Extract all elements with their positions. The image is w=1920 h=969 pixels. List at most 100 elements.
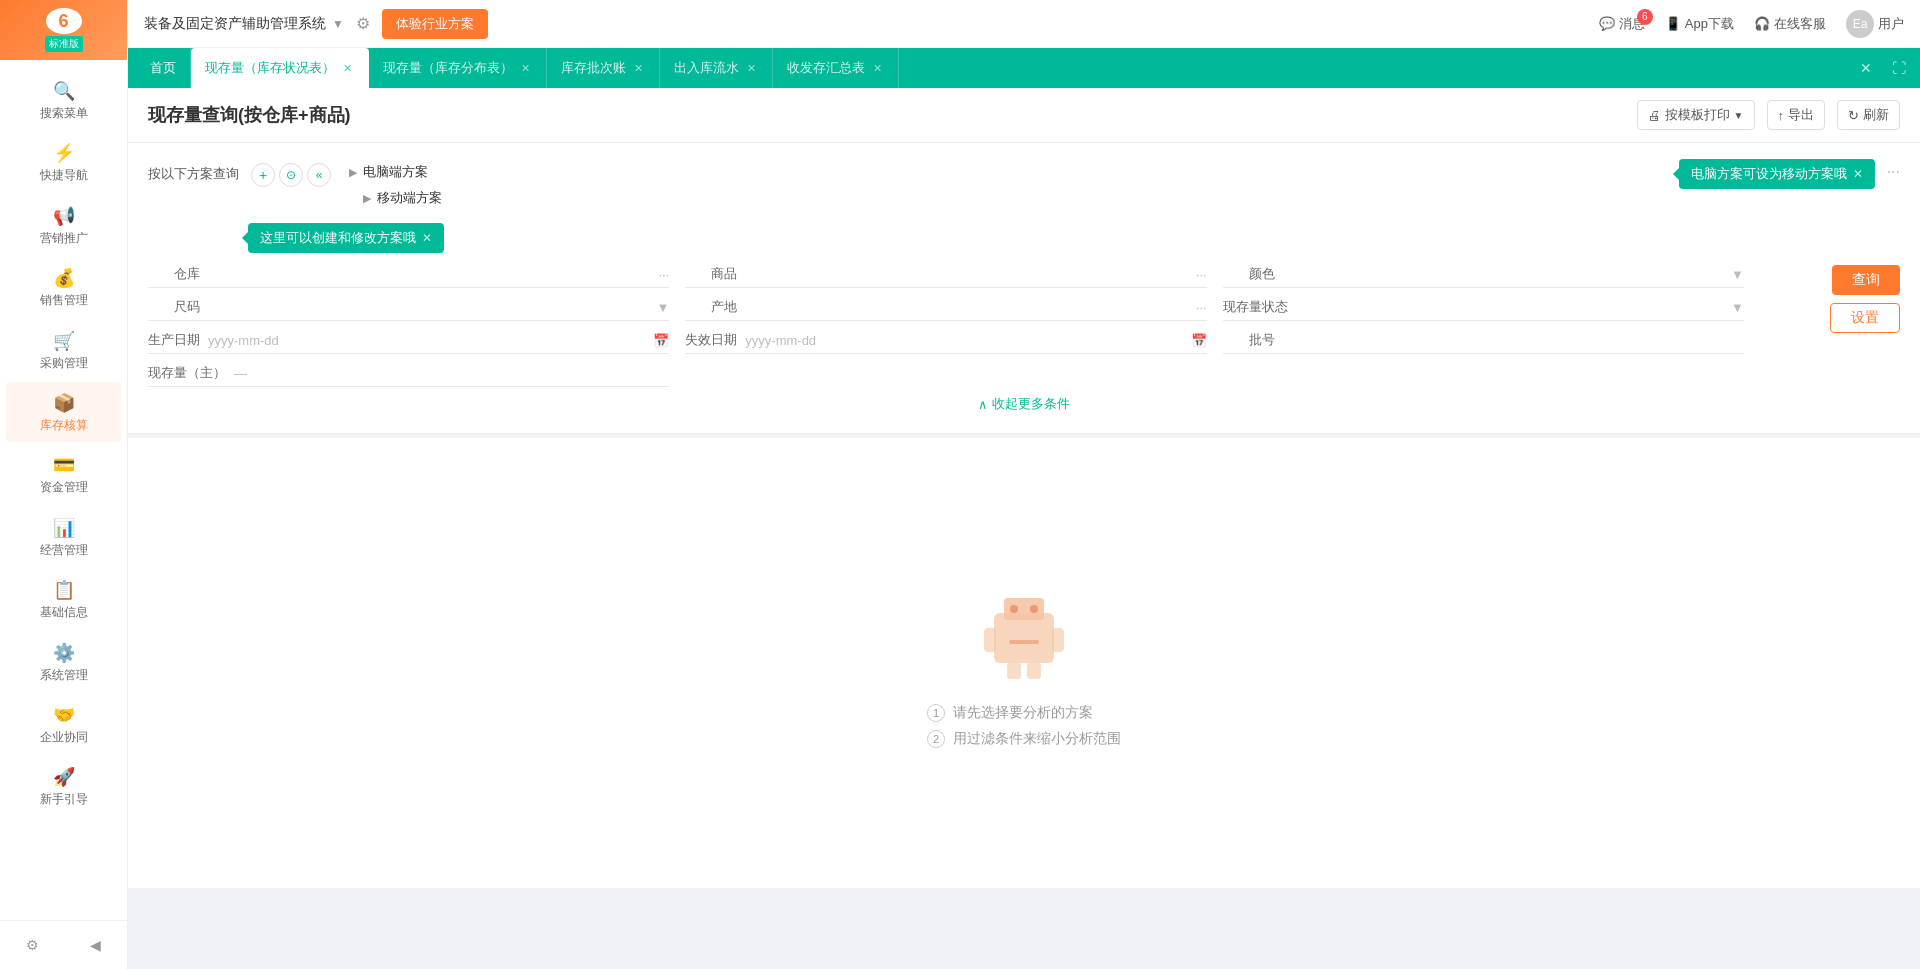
- goods-input[interactable]: [745, 267, 1191, 282]
- set-btn[interactable]: 设置: [1830, 303, 1900, 333]
- sidebar-item-inventory[interactable]: 📦 库存核算: [6, 382, 121, 442]
- inventory-icon: 📦: [53, 392, 75, 414]
- sidebar-item-marketing[interactable]: 📢 营销推广: [6, 195, 121, 255]
- warehouse-input[interactable]: [208, 267, 654, 282]
- sidebar-item-search[interactable]: 🔍 搜索菜单: [6, 70, 121, 130]
- export-label: 导出: [1788, 106, 1814, 124]
- size-input[interactable]: [208, 300, 652, 315]
- add-scheme-btn[interactable]: +: [251, 163, 275, 187]
- exp-date-calendar-icon[interactable]: 📅: [1191, 333, 1207, 348]
- print-chevron-icon: ▼: [1734, 110, 1744, 121]
- color-field: 颜色 ▼: [1223, 265, 1744, 288]
- pc-scheme-item[interactable]: ▶ 电脑端方案: [343, 159, 1659, 185]
- sidebar-item-purchase[interactable]: 🛒 采购管理: [6, 320, 121, 380]
- svg-rect-8: [1027, 663, 1041, 679]
- tooltip1-popup: 电脑方案可设为移动方案哦 ✕: [1679, 159, 1875, 189]
- template-print-btn[interactable]: 🖨 按模板打印 ▼: [1637, 100, 1755, 130]
- tab-close-inventory-dist[interactable]: ✕: [519, 61, 532, 76]
- app-download-btn[interactable]: 📱 App下载: [1665, 15, 1734, 33]
- color-input[interactable]: [1283, 267, 1727, 282]
- svg-rect-7: [1007, 663, 1021, 679]
- sidebar: 6 标准版 🔍 搜索菜单 ⚡ 快捷导航 📢 营销推广 💰 销售管理 🛒 采购管理…: [0, 0, 128, 969]
- stock-main-field: 现存量（主）: [148, 364, 669, 387]
- tab-label-collect-send: 收发存汇总表: [787, 59, 865, 77]
- sidebar-item-system[interactable]: ⚙️ 系统管理: [6, 632, 121, 692]
- industry-btn[interactable]: 体验行业方案: [382, 9, 488, 39]
- mfg-date-calendar-icon[interactable]: 📅: [653, 333, 669, 348]
- batch-input[interactable]: [1283, 333, 1744, 348]
- exp-date-input[interactable]: [745, 333, 1186, 348]
- sidebar-label-sales: 销售管理: [40, 293, 88, 307]
- search-btn[interactable]: 查询: [1832, 265, 1900, 295]
- phone-icon: 📱: [1665, 16, 1681, 31]
- tab-collect-send[interactable]: 收发存汇总表 ✕: [773, 48, 899, 88]
- filter-more-dots[interactable]: ···: [1887, 159, 1900, 181]
- stock-status-input[interactable]: [1296, 300, 1727, 315]
- sales-icon: 💰: [53, 267, 75, 289]
- tooltip1-close-btn[interactable]: ✕: [1853, 167, 1863, 181]
- empty-illustration: [969, 578, 1079, 688]
- tab-close-batch-account[interactable]: ✕: [632, 61, 645, 76]
- sidebar-item-finance[interactable]: 💳 资金管理: [6, 444, 121, 504]
- system-chevron-icon: ▼: [332, 17, 344, 31]
- origin-input[interactable]: [745, 300, 1191, 315]
- tooltip2-popup: 这里可以创建和修改方案哦 ✕: [248, 223, 444, 253]
- online-service-btn[interactable]: 🎧 在线客服: [1754, 15, 1826, 33]
- message-btn[interactable]: 💬 消息 6: [1599, 15, 1645, 33]
- tab-label-inventory-dist: 现存量（库存分布表）: [383, 59, 513, 77]
- tab-close-inventory-status[interactable]: ✕: [341, 61, 354, 76]
- color-dropdown-icon[interactable]: ▼: [1731, 267, 1744, 282]
- collapse-more-btn[interactable]: ∧ 收起更多条件: [978, 395, 1070, 413]
- search-icon: 🔍: [53, 80, 75, 102]
- goods-dots-icon[interactable]: ···: [1196, 267, 1207, 282]
- sidebar-item-guide[interactable]: ⚡ 快捷导航: [6, 132, 121, 192]
- stock-main-input[interactable]: [234, 366, 669, 381]
- tab-inventory-dist[interactable]: 现存量（库存分布表） ✕: [369, 48, 547, 88]
- tab-batch-account[interactable]: 库存批次账✕: [547, 48, 660, 88]
- empty-tip-1: 1 请先选择要分析的方案: [927, 704, 1121, 722]
- message-badge: 6: [1637, 9, 1653, 25]
- expand-tab-btn[interactable]: ⛶: [1886, 56, 1912, 80]
- tab-in-out-flow[interactable]: 出入库流水✕: [660, 48, 773, 88]
- sidebar-label-marketing: 营销推广: [40, 231, 88, 245]
- origin-dots-icon[interactable]: ···: [1196, 300, 1207, 315]
- page-title: 现存量查询(按仓库+商品): [148, 103, 351, 139]
- stock-status-dropdown-icon[interactable]: ▼: [1731, 300, 1744, 315]
- tab-close-in-out-flow[interactable]: ✕: [745, 61, 758, 76]
- mfg-date-input[interactable]: [208, 333, 649, 348]
- tip1-text: 请先选择要分析的方案: [953, 704, 1093, 722]
- import-scheme-btn[interactable]: «: [307, 163, 331, 187]
- tooltip1-wrap: 电脑方案可设为移动方案哦 ✕: [1679, 159, 1875, 189]
- marketing-icon: 📢: [53, 205, 75, 227]
- origin-label: 产地: [685, 298, 745, 316]
- filter-fields-grid: 仓库 ··· 尺码 ▼ 生产日期 📅: [148, 265, 1900, 387]
- close-all-tabs-btn[interactable]: ✕: [1854, 56, 1878, 80]
- tab-close-collect-send[interactable]: ✕: [871, 61, 884, 76]
- topbar-gear-icon[interactable]: ⚙: [356, 14, 370, 33]
- sidebar-item-enterprise[interactable]: 🤝 企业协同: [6, 694, 121, 754]
- settings-btn[interactable]: ⚙: [22, 933, 43, 957]
- refresh-btn[interactable]: ↻ 刷新: [1837, 100, 1900, 130]
- tooltip2-close-btn[interactable]: ✕: [422, 231, 432, 245]
- sidebar-item-sales[interactable]: 💰 销售管理: [6, 257, 121, 317]
- filter-col-2: 商品 ··· 产地 ··· 失效日期 📅: [685, 265, 1206, 354]
- size-dropdown-icon[interactable]: ▼: [656, 300, 669, 315]
- warehouse-dots-icon[interactable]: ···: [658, 267, 669, 282]
- sidebar-item-basic[interactable]: 📋 基础信息: [6, 569, 121, 629]
- tab-inventory-status[interactable]: 现存量（库存状况表）✕: [191, 48, 369, 88]
- sidebar-item-operation[interactable]: 📊 经营管理: [6, 507, 121, 567]
- empty-tips: 1 请先选择要分析的方案 2 用过滤条件来缩小分析范围: [927, 704, 1121, 748]
- copy-scheme-btn[interactable]: ⊙: [279, 163, 303, 187]
- stock-status-field: 现存量状态 ▼: [1223, 298, 1744, 321]
- export-btn[interactable]: ↑ 导出: [1767, 100, 1826, 130]
- mobile-scheme-item[interactable]: ▶ 移动端方案: [343, 185, 1659, 211]
- sidebar-item-newbie[interactable]: 🚀 新手引导: [6, 756, 121, 816]
- svg-point-2: [1010, 605, 1018, 613]
- collapse-btn[interactable]: ◀: [86, 933, 105, 957]
- tabbar: 首页现存量（库存状况表）✕现存量（库存分布表）✕库存批次账✕出入库流水✕收发存汇…: [128, 48, 1920, 88]
- filter-top: 按以下方案查询 + ⊙ « ▶ 电脑端方案 ▶ 移动端方案: [148, 159, 1900, 211]
- sidebar-logo: 6 标准版: [0, 0, 127, 60]
- user-area[interactable]: Ea 用户: [1846, 10, 1904, 38]
- collapse-up-icon: ∧: [978, 397, 988, 412]
- tab-home[interactable]: 首页: [136, 48, 191, 88]
